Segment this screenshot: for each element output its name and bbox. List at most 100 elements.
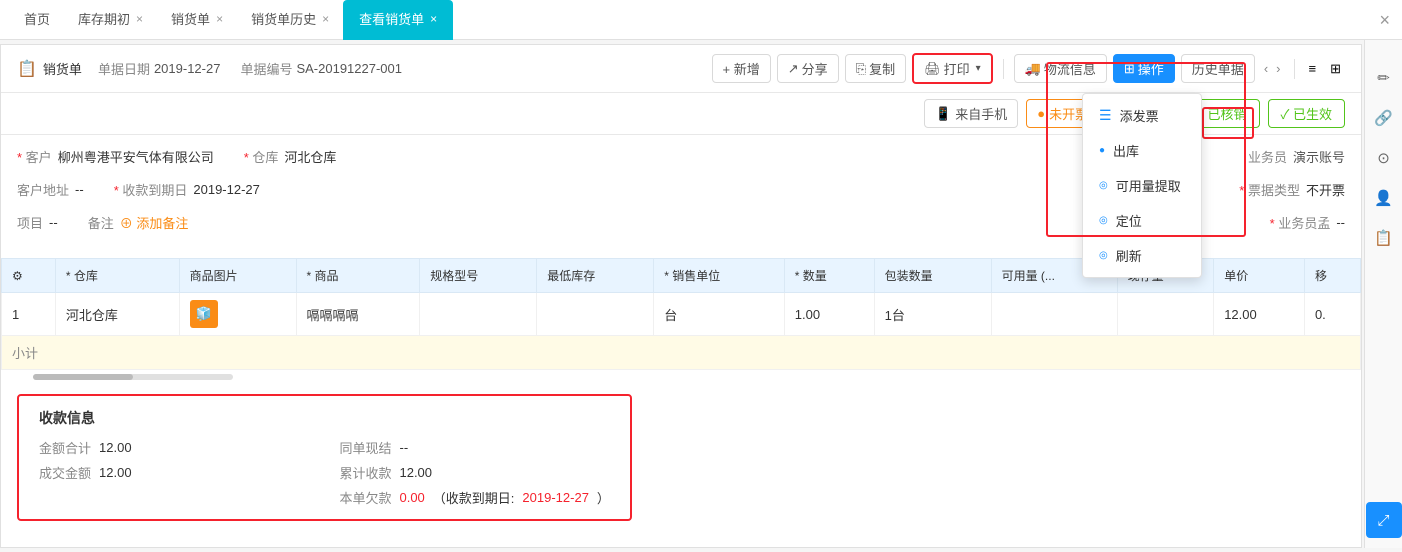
sidebar-eye-icon[interactable]: ⊙ [1366,140,1402,176]
print-button[interactable]: 🖨 打印 ▾ [912,53,993,84]
sidebar-list-icon[interactable]: 📋 [1366,220,1402,256]
col-warehouse: * 仓库 [55,259,179,293]
dropdown-add-invoice[interactable]: ☰ 添发票 [1083,98,1201,133]
tab-sales-order[interactable]: 销货单 × [157,0,237,40]
cumulative-value: 12.00 [399,465,432,480]
table-row: 1 河北仓库 🧊 嗝嗝嗝嗝 台 1.00 1台 12.00 [2,293,1361,336]
toolbar: + 新增 ↗ 分享 ⎘ 复制 🖨 打印 ▾ 🚚 物流信息 [712,53,1345,84]
due-row: 本单欠款 0.00 （收款到期日: 2019-12-27 ） [339,488,609,507]
cell-spec [420,293,537,336]
cell-available [991,293,1117,336]
operations-dropdown: ☰ 添发票 ● 出库 ◎ 可用量提取 ◎ 定位 ◎ 刷新 [1082,93,1202,278]
customer-field: 客户 柳州粤港平安气体有限公司 [17,147,214,166]
tab-bar: 首页 库存期初 × 销货单 × 销货单历史 × 查看销货单 × × [0,0,1402,40]
sidebar-link-icon[interactable]: 🔗 [1366,100,1402,136]
payment-date-value: 2019-12-27 [193,182,260,197]
staff-value: 演示账号 [1293,147,1345,166]
cell-current [1117,293,1214,336]
tab-stock-init[interactable]: 库存期初 × [64,0,157,40]
col-settings: ⚙ [2,259,56,293]
cell-more: 0. [1304,293,1360,336]
cell-warehouse: 河北仓库 [55,293,179,336]
phone-icon: 📱 [935,106,951,122]
subtotal-label: 小计 [2,336,1361,370]
cell-pack-qty: 1台 [874,293,991,336]
doc-date-value: 2019-12-27 [154,61,221,76]
payment-info-title: 收款信息 [39,408,610,428]
staff-label: 业务员 [1248,147,1287,166]
add-note-button[interactable]: ⊕ 添加备注 [120,213,189,232]
tab-close-sales-history[interactable]: × [322,12,329,26]
subtotal-row: 小计 [2,336,1361,370]
due-value: 0.00 [399,490,424,505]
view-grid-button[interactable]: ⊞ [1326,59,1345,79]
dropdown-locate[interactable]: ◎ 定位 [1083,203,1201,238]
nav-next-button[interactable]: › [1273,61,1283,76]
add-invoice-icon: ☰ [1099,107,1112,124]
doc-number-label: 单据编号 [240,59,292,78]
due-note2: ） [597,488,610,507]
dropdown-refresh[interactable]: ◎ 刷新 [1083,238,1201,273]
nav-prev-button[interactable]: ‹ [1261,61,1271,76]
total-label: 金额合计 [39,438,91,457]
doc-number-field: 单据编号 SA-20191227-001 [240,59,402,78]
cell-no: 1 [2,293,56,336]
operations-button[interactable]: ⊞ 操作 [1113,54,1175,83]
operations-icon: ⊞ [1124,61,1135,77]
col-more: 移 [1304,259,1360,293]
print-dropdown-arrow: ▾ [976,63,981,74]
col-product: * 商品 [296,259,420,293]
sidebar-edit-icon[interactable]: ✏ [1366,60,1402,96]
ticket-type-label: 票据类型 [1239,180,1300,199]
tab-close-stock-init[interactable]: × [136,12,143,26]
cell-price: 12.00 [1214,293,1305,336]
logistics-icon: 🚚 [1025,61,1041,77]
payment-info-box: 收款信息 金额合计 12.00 同单现结 -- 成交金额 12.00 [17,394,632,521]
tab-sales-history[interactable]: 销货单历史 × [237,0,343,40]
staff-field: 业务员 演示账号 [1248,147,1345,166]
address-label: 客户地址 [17,180,69,199]
horizontal-scrollbar[interactable] [33,374,233,380]
project-value: -- [49,215,58,230]
copy-button[interactable]: ⎘ 复制 [845,54,906,83]
refresh-icon: ◎ [1099,250,1108,261]
tab-close-sales-order[interactable]: × [216,12,223,26]
customer-value: 柳州粤港平安气体有限公司 [58,147,214,166]
doc-icon: 📋 [17,59,37,79]
same-order-row: 同单现结 -- [339,438,609,457]
close-x-button[interactable]: × [1379,10,1390,31]
doc-meta: 单据日期 2019-12-27 单据编号 SA-20191227-001 [98,59,402,78]
from-phone-button[interactable]: 📱 来自手机 [924,99,1018,128]
transaction-row: 成交金额 12.00 [39,463,309,482]
locate-icon: ◎ [1099,215,1108,226]
cell-quantity: 1.00 [784,293,874,336]
view-list-button[interactable]: ≡ [1305,59,1321,78]
total-row: 金额合计 12.00 [39,438,309,457]
sidebar-user-icon[interactable]: 👤 [1366,180,1402,216]
effect-button[interactable]: ✓ 已生效 [1268,99,1346,128]
transaction-label: 成交金额 [39,463,91,482]
col-price: 单价 [1214,259,1305,293]
total-value: 12.00 [99,440,132,455]
print-icon: 🖨 [924,61,941,77]
dropdown-available-qty[interactable]: ◎ 可用量提取 [1083,168,1201,203]
tab-view-sales[interactable]: 查看销货单 × [343,0,453,40]
dropdown-outbound[interactable]: ● 出库 [1083,133,1201,168]
project-label: 项目 [17,213,43,232]
cumulative-row: 累计收款 12.00 [339,463,609,482]
staff2-field: 业务员孟 -- [1270,213,1345,232]
tab-close-view-sales[interactable]: × [430,12,437,26]
payment-date-field: 收款到期日 2019-12-27 [114,180,260,199]
col-quantity: * 数量 [784,259,874,293]
address-field: 客户地址 -- [17,180,84,199]
document-header: 📋 销货单 单据日期 2019-12-27 单据编号 SA-20191227-0… [1,45,1361,93]
new-button[interactable]: + 新增 [712,54,771,83]
doc-date-field: 单据日期 2019-12-27 [98,59,221,78]
share-button[interactable]: ↗ 分享 [777,54,839,83]
history-button[interactable]: 历史单据 [1181,54,1255,83]
payment-info-grid: 金额合计 12.00 同单现结 -- 成交金额 12.00 累计收款 12.00 [39,438,610,507]
doc-title-section: 📋 销货单 [17,59,82,79]
logistics-button[interactable]: 🚚 物流信息 [1014,54,1107,83]
tab-home[interactable]: 首页 [10,0,64,40]
dot-icon: ● [1037,106,1045,121]
